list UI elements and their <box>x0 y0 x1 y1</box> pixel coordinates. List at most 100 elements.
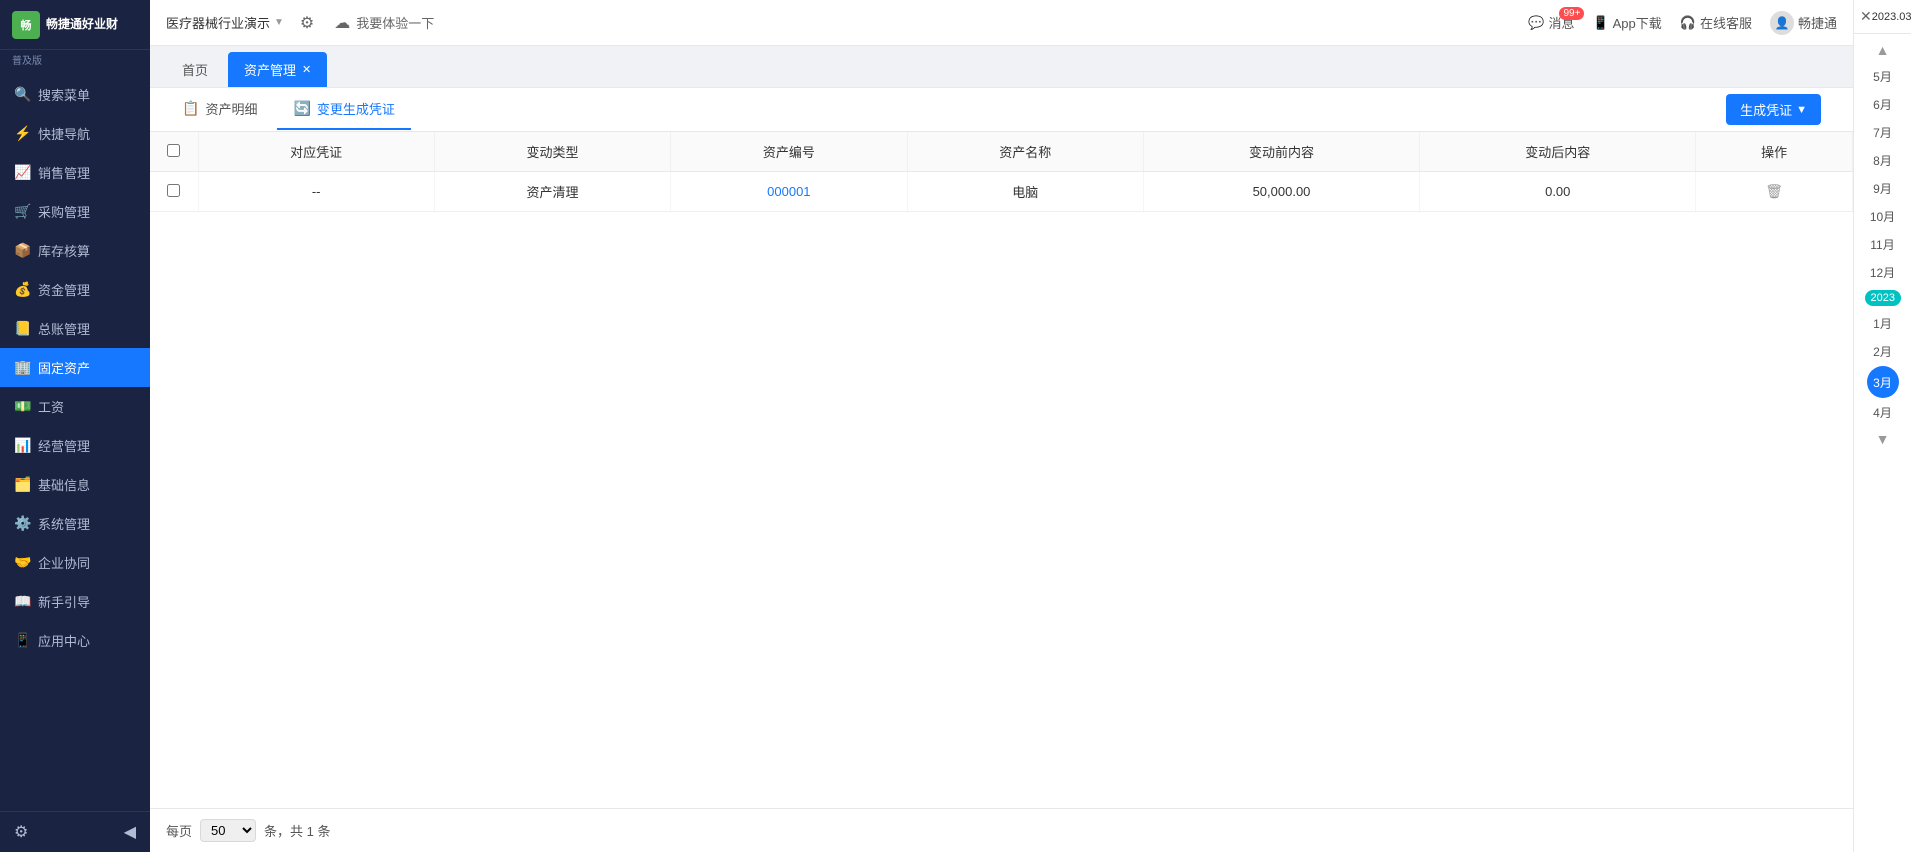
inner-tab-asset-list[interactable]: 📋 资产明细 <box>166 89 273 130</box>
messages-button[interactable]: 💬 消息 99+ <box>1528 13 1574 32</box>
row-asset-name: 电脑 <box>907 172 1143 212</box>
row-checkbox[interactable] <box>167 184 180 197</box>
avatar: 👤 <box>1770 11 1794 35</box>
sidebar-item-ledger[interactable]: 📒 总账管理 <box>0 309 150 348</box>
sidebar-settings-icon[interactable]: ⚙ <box>14 822 28 842</box>
search-icon: 🔍 <box>14 86 30 103</box>
select-all-checkbox[interactable] <box>167 144 180 157</box>
user-profile-button[interactable]: 👤 畅捷通 <box>1770 11 1837 35</box>
ledger-icon: 📒 <box>14 320 30 337</box>
experience-icon: ☁ <box>334 13 350 33</box>
logo-text: 畅捷通好业财 <box>46 17 118 33</box>
change-voucher-table-container: 对应凭证 变动类型 资产编号 资产名称 变动前内容 变动后内容 操作 <box>150 132 1853 808</box>
fixed-assets-icon: 🏢 <box>14 359 30 376</box>
row-voucher: -- <box>198 172 434 212</box>
main-content: 📋 资产明细 🔄 变更生成凭证 生成凭证 ▼ 对应凭 <box>150 88 1853 852</box>
col-after-change: 变动后内容 <box>1420 132 1696 172</box>
right-panel-header-date: 2023.03 <box>1872 11 1911 23</box>
change-voucher-table: 对应凭证 变动类型 资产编号 资产名称 变动前内容 变动后内容 操作 <box>150 132 1853 212</box>
change-voucher-icon: 🔄 <box>293 100 310 117</box>
col-asset-code: 资产编号 <box>671 132 907 172</box>
sidebar-item-system[interactable]: ⚙️ 系统管理 <box>0 504 150 543</box>
per-page-label: 每页 <box>166 821 192 840</box>
cooperation-icon: 🤝 <box>14 554 30 571</box>
col-checkbox <box>150 132 198 172</box>
row-asset-code[interactable]: 000001 <box>671 172 907 212</box>
timeline-month-10[interactable]: 10月 <box>1858 203 1907 230</box>
asset-list-icon: 📋 <box>182 100 199 117</box>
support-icon: 🎧 <box>1680 15 1696 31</box>
sidebar-item-inventory[interactable]: 📦 库存核算 <box>0 231 150 270</box>
row-before-change: 50,000.00 <box>1143 172 1419 212</box>
row-change-type: 资产清理 <box>434 172 670 212</box>
topbar-right: 💬 消息 99+ 📱 App下载 🎧 在线客服 👤 畅捷通 <box>1528 11 1837 35</box>
guide-icon: 📖 <box>14 593 30 610</box>
payroll-icon: 💵 <box>14 398 30 415</box>
row-action-cell: 🗑 <box>1696 172 1853 212</box>
col-voucher: 对应凭证 <box>198 132 434 172</box>
settings-gear-icon[interactable]: ⚙ <box>300 13 314 33</box>
timeline-scroll-up[interactable]: ▲ <box>1854 38 1911 62</box>
timeline-month-5[interactable]: 5月 <box>1858 63 1907 90</box>
system-icon: ⚙️ <box>14 515 30 532</box>
pagination-total: 条，共 1 条 <box>264 821 330 840</box>
timeline-month-2023-2[interactable]: 2月 <box>1858 338 1907 365</box>
quicknav-icon: ⚡ <box>14 125 30 142</box>
generate-voucher-button[interactable]: 生成凭证 ▼ <box>1726 94 1821 125</box>
app-download-button[interactable]: 📱 App下载 <box>1592 13 1661 32</box>
sidebar-bottom: ⚙ ◀ <box>0 811 150 852</box>
inventory-icon: 📦 <box>14 242 30 259</box>
company-dropdown-arrow: ▼ <box>274 17 284 28</box>
delete-icon[interactable]: 🗑 <box>1765 183 1783 199</box>
sidebar-item-sales[interactable]: 📈 销售管理 <box>0 153 150 192</box>
timeline-year-2023: 2023 <box>1865 290 1901 306</box>
timeline-month-9[interactable]: 9月 <box>1858 175 1907 202</box>
sidebar-item-finance[interactable]: 💰 资金管理 <box>0 270 150 309</box>
sidebar-item-operations[interactable]: 📊 经营管理 <box>0 426 150 465</box>
main-area: 医疗器械行业演示 ▼ ⚙ ☁ 我要体验一下 💬 消息 99+ 📱 App下载 🎧… <box>150 0 1853 852</box>
sidebar-collapse-icon[interactable]: ◀ <box>124 822 136 842</box>
timeline: ▲ 5月 6月 7月 8月 9月 10月 11月 12月 2023 1月 2月 … <box>1854 34 1911 852</box>
right-panel-header: ✕ 2023.03 ⤢ <box>1854 0 1911 34</box>
tab-close-icon[interactable]: ✕ <box>302 63 311 76</box>
sidebar-item-payroll[interactable]: 💵 工资 <box>0 387 150 426</box>
timeline-month-7[interactable]: 7月 <box>1858 119 1907 146</box>
messages-badge: 99+ <box>1559 7 1584 20</box>
sidebar-nav: 🔍 搜索菜单 ⚡ 快捷导航 📈 销售管理 🛒 采购管理 📦 库存核算 💰 资金管… <box>0 75 150 811</box>
tab-asset-management[interactable]: 资产管理 ✕ <box>228 52 327 87</box>
sidebar-item-cooperation[interactable]: 🤝 企业协同 <box>0 543 150 582</box>
per-page-select[interactable]: 50 20 100 <box>200 819 256 842</box>
sidebar-item-base-info[interactable]: 🗂️ 基础信息 <box>0 465 150 504</box>
topbar-header: 医疗器械行业演示 ▼ ⚙ ☁ 我要体验一下 💬 消息 99+ 📱 App下载 🎧… <box>150 0 1853 46</box>
timeline-month-8[interactable]: 8月 <box>1858 147 1907 174</box>
sidebar-item-search[interactable]: 🔍 搜索菜单 <box>0 75 150 114</box>
app-center-icon: 📱 <box>14 632 30 649</box>
online-support-button[interactable]: 🎧 在线客服 <box>1680 13 1752 32</box>
col-action: 操作 <box>1696 132 1853 172</box>
tab-home[interactable]: 首页 <box>166 52 224 87</box>
timeline-month-6[interactable]: 6月 <box>1858 91 1907 118</box>
sidebar-item-purchase[interactable]: 🛒 采购管理 <box>0 192 150 231</box>
timeline-month-2023-4[interactable]: 4月 <box>1858 399 1907 426</box>
timeline-month-2023-3-current[interactable]: 3月 <box>1867 366 1899 398</box>
timeline-scroll-down[interactable]: ▼ <box>1854 427 1911 451</box>
timeline-month-12[interactable]: 12月 <box>1858 259 1907 286</box>
pagination: 每页 50 20 100 条，共 1 条 <box>150 808 1853 852</box>
col-change-type: 变动类型 <box>434 132 670 172</box>
experience-banner[interactable]: ☁ 我要体验一下 <box>334 13 434 33</box>
sidebar-item-fixed-assets[interactable]: 🏢 固定资产 <box>0 348 150 387</box>
timeline-month-11[interactable]: 11月 <box>1858 231 1907 258</box>
table-row: -- 资产清理 000001 电脑 50,000.00 0.00 🗑 <box>150 172 1853 212</box>
sidebar-item-guide[interactable]: 📖 新手引导 <box>0 582 150 621</box>
col-before-change: 变动前内容 <box>1143 132 1419 172</box>
inner-tab-change-voucher[interactable]: 🔄 变更生成凭证 <box>277 89 410 130</box>
company-selector[interactable]: 医疗器械行业演示 ▼ <box>166 13 284 32</box>
messages-icon: 💬 <box>1528 15 1544 31</box>
timeline-month-2023-1[interactable]: 1月 <box>1858 310 1907 337</box>
row-after-change: 0.00 <box>1420 172 1696 212</box>
sidebar-logo: 畅 畅捷通好业财 <box>0 0 150 50</box>
sidebar-item-quicknav[interactable]: ⚡ 快捷导航 <box>0 114 150 153</box>
sidebar-item-app-center[interactable]: 📱 应用中心 <box>0 621 150 660</box>
right-panel-close-icon[interactable]: ✕ <box>1860 8 1872 25</box>
col-asset-name: 资产名称 <box>907 132 1143 172</box>
